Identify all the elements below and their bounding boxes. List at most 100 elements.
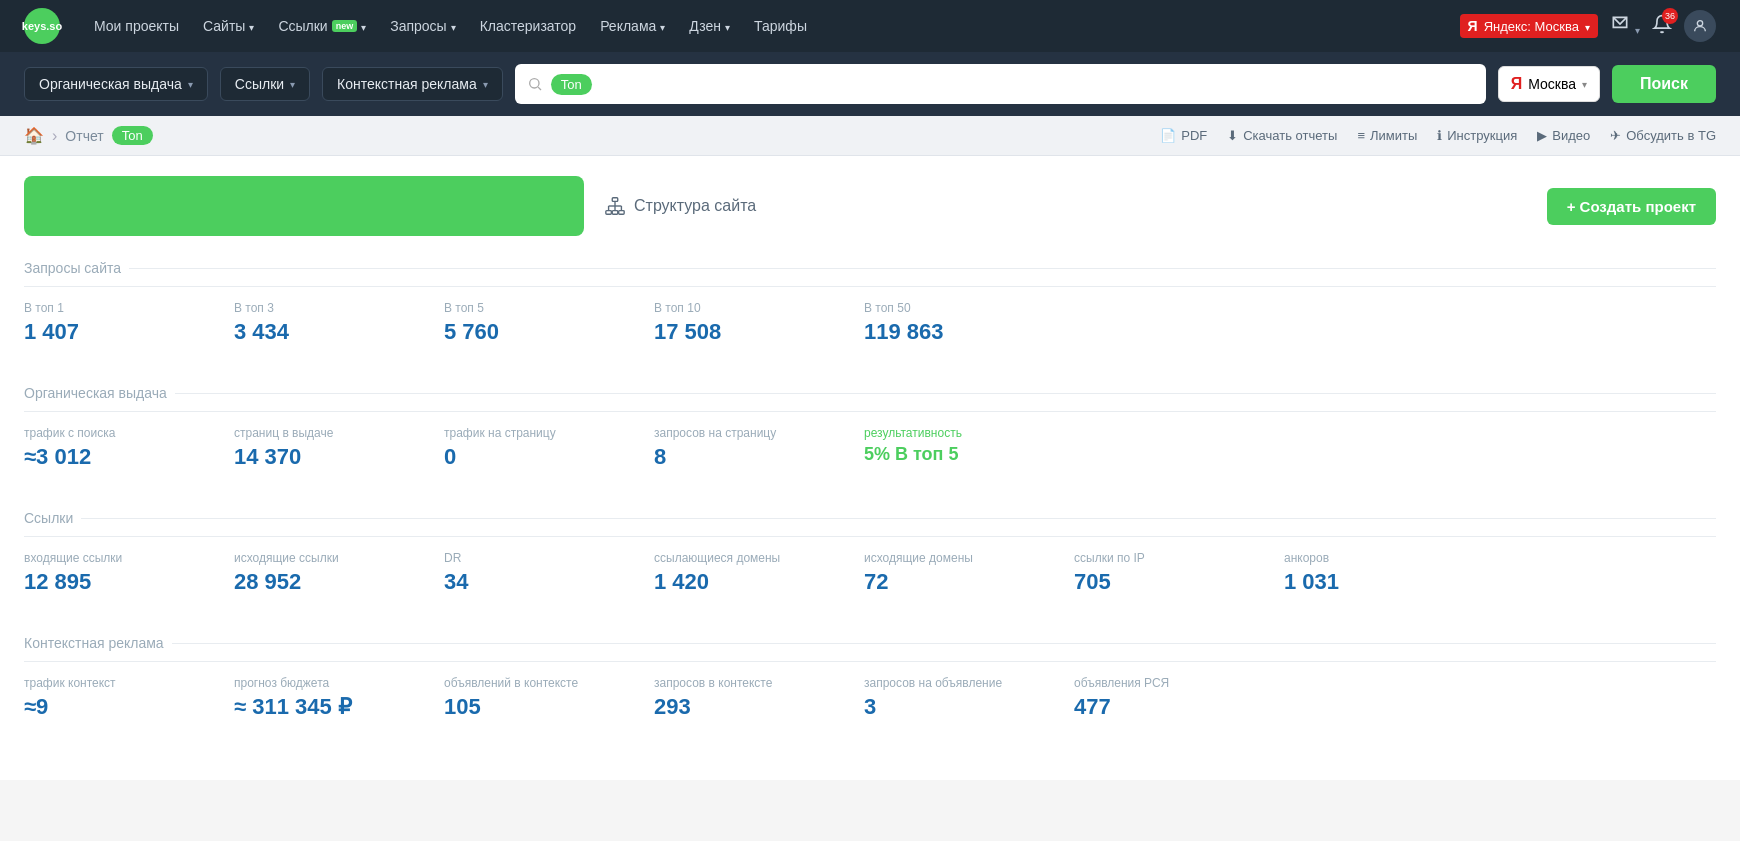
- stat-ads-in-context-label: объявлений в контексте: [444, 676, 594, 690]
- stat-ip-links-value: 705: [1074, 569, 1224, 595]
- home-icon[interactable]: 🏠: [24, 126, 44, 145]
- stat-page-traffic-value: 0: [444, 444, 594, 470]
- nav-item-requests[interactable]: Запросы: [380, 12, 465, 40]
- stat-search-traffic-value: ≈3 012: [24, 444, 174, 470]
- stat-pages-in-serp-label: страниц в выдаче: [234, 426, 384, 440]
- section-links-title: Ссылки: [24, 510, 1716, 537]
- region-chevron-icon: [1585, 19, 1590, 34]
- stat-budget-forecast: прогноз бюджета ≈ 311 345 ₽: [234, 676, 384, 720]
- search-button[interactable]: Поиск: [1612, 65, 1716, 103]
- breadcrumb-report-label: Отчет: [65, 128, 103, 144]
- section-context: Контекстная реклама трафик контекст ≈9 п…: [24, 635, 1716, 732]
- structure-label: Структура сайта: [634, 197, 756, 215]
- messages-button[interactable]: [1610, 14, 1640, 39]
- nav-item-advertising[interactable]: Реклама: [590, 12, 675, 40]
- site-name-banner: [24, 176, 584, 236]
- svg-point-0: [1697, 21, 1702, 26]
- search-input-wrapper: Ton: [515, 64, 1486, 104]
- region-select-button[interactable]: Я Москва ▾: [1498, 66, 1600, 102]
- requests-chevron-icon: [451, 18, 456, 34]
- context-dropdown-button[interactable]: Контекстная реклама ▾: [322, 67, 503, 101]
- stat-dr-label: DR: [444, 551, 594, 565]
- section-organic: Органическая выдача трафик с поиска ≈3 0…: [24, 385, 1716, 482]
- user-avatar[interactable]: [1684, 10, 1716, 42]
- stat-top5: В топ 5 5 760: [444, 301, 594, 345]
- svg-line-2: [538, 87, 541, 90]
- instruction-button[interactable]: ℹ Инструкция: [1437, 128, 1517, 143]
- region-label: Яндекс: Москва: [1484, 19, 1579, 34]
- context-arrow-icon: ▾: [483, 79, 488, 90]
- pdf-button[interactable]: 📄 PDF: [1160, 128, 1207, 143]
- video-label: Видео: [1552, 128, 1590, 143]
- download-reports-button[interactable]: ⬇ Скачать отчеты: [1227, 128, 1337, 143]
- yandex-dot-icon: Я: [1511, 75, 1523, 93]
- video-button[interactable]: ▶ Видео: [1537, 128, 1590, 143]
- stat-top10-label: В топ 10: [654, 301, 804, 315]
- breadcrumb-tag: Ton: [112, 126, 153, 145]
- stat-queries-in-context-label: запросов в контексте: [654, 676, 804, 690]
- nav-items: Мои проекты Сайты Ссылки new Запросы Кла…: [84, 12, 1452, 40]
- stat-ads-in-context: объявлений в контексте 105: [444, 676, 594, 720]
- links-search-label: Ссылки: [235, 76, 284, 92]
- breadcrumb-bar: 🏠 › Отчет Ton 📄 PDF ⬇ Скачать отчеты ≡ Л…: [0, 116, 1740, 156]
- stat-dr: DR 34: [444, 551, 594, 595]
- logo[interactable]: keys.so: [24, 8, 60, 44]
- discuss-label: Обсудить в TG: [1626, 128, 1716, 143]
- site-header: Структура сайта + Создать проект: [24, 176, 1716, 236]
- stat-dr-value: 34: [444, 569, 594, 595]
- nav-item-links[interactable]: Ссылки new: [268, 12, 376, 40]
- instruction-label: Инструкция: [1447, 128, 1517, 143]
- stat-effectiveness-label: результативность: [864, 426, 1014, 440]
- create-project-button[interactable]: + Создать проект: [1547, 188, 1716, 225]
- stat-pages-in-serp: страниц в выдаче 14 370: [234, 426, 384, 470]
- notifications-button[interactable]: 36: [1652, 14, 1672, 39]
- search-input[interactable]: [600, 76, 1474, 92]
- site-structure-link[interactable]: Структура сайта: [604, 195, 756, 217]
- advertising-chevron-icon: [660, 18, 665, 34]
- stat-rsy-ads-label: объявления РСЯ: [1074, 676, 1224, 690]
- links-arrow-icon: ▾: [290, 79, 295, 90]
- telegram-icon: ✈: [1610, 128, 1621, 143]
- stat-queries-per-ad-label: запросов на объявление: [864, 676, 1014, 690]
- nav-item-my-projects[interactable]: Мои проекты: [84, 12, 189, 40]
- nav-item-dzen[interactable]: Дзен: [679, 12, 740, 40]
- svg-rect-4: [606, 211, 612, 215]
- stat-top3-value: 3 434: [234, 319, 384, 345]
- breadcrumb-actions: 📄 PDF ⬇ Скачать отчеты ≡ Лимиты ℹ Инстру…: [1160, 128, 1716, 143]
- top-navigation: keys.so Мои проекты Сайты Ссылки new Зап…: [0, 0, 1740, 52]
- stat-anchors-value: 1 031: [1284, 569, 1434, 595]
- stat-outbound-domains-label: исходящие домены: [864, 551, 1014, 565]
- stat-ip-links: ссылки по IP 705: [1074, 551, 1224, 595]
- links-dropdown-button[interactable]: Ссылки ▾: [220, 67, 310, 101]
- stat-search-traffic-label: трафик с поиска: [24, 426, 174, 440]
- search-region-label: Москва: [1528, 76, 1576, 92]
- stat-top5-label: В топ 5: [444, 301, 594, 315]
- svg-point-1: [529, 79, 538, 88]
- main-content: Структура сайта + Создать проект Запросы…: [0, 156, 1740, 780]
- svg-rect-3: [612, 198, 618, 202]
- stat-anchors: анкоров 1 031: [1284, 551, 1434, 595]
- discuss-tg-button[interactable]: ✈ Обсудить в TG: [1610, 128, 1716, 143]
- search-bar: Органическая выдача ▾ Ссылки ▾ Контекстн…: [0, 52, 1740, 116]
- pdf-label: PDF: [1181, 128, 1207, 143]
- stat-inbound-links-label: входящие ссылки: [24, 551, 174, 565]
- svg-rect-6: [619, 211, 625, 215]
- stat-queries-per-ad-value: 3: [864, 694, 1014, 720]
- stat-context-traffic: трафик контекст ≈9: [24, 676, 174, 720]
- stat-queries-per-ad: запросов на объявление 3: [864, 676, 1014, 720]
- stat-context-traffic-label: трафик контекст: [24, 676, 174, 690]
- yandex-region-selector[interactable]: Я Яндекс: Москва: [1460, 14, 1598, 38]
- organic-label: Органическая выдача: [39, 76, 182, 92]
- limits-button[interactable]: ≡ Лимиты: [1357, 128, 1417, 143]
- stat-search-traffic: трафик с поиска ≈3 012: [24, 426, 174, 470]
- organic-dropdown-button[interactable]: Органическая выдача ▾: [24, 67, 208, 101]
- nav-item-tariffs[interactable]: Тарифы: [744, 12, 817, 40]
- dzen-chevron-icon: [725, 18, 730, 34]
- nav-item-clusterizer[interactable]: Кластеризатор: [470, 12, 586, 40]
- stat-top50-label: В топ 50: [864, 301, 1014, 315]
- stat-ref-domains-label: ссылающиеся домены: [654, 551, 804, 565]
- stat-outbound-domains: исходящие домены 72: [864, 551, 1014, 595]
- stat-effectiveness-value: 5% В топ 5: [864, 444, 1014, 465]
- stat-page-traffic: трафик на страницу 0: [444, 426, 594, 470]
- nav-item-sites[interactable]: Сайты: [193, 12, 264, 40]
